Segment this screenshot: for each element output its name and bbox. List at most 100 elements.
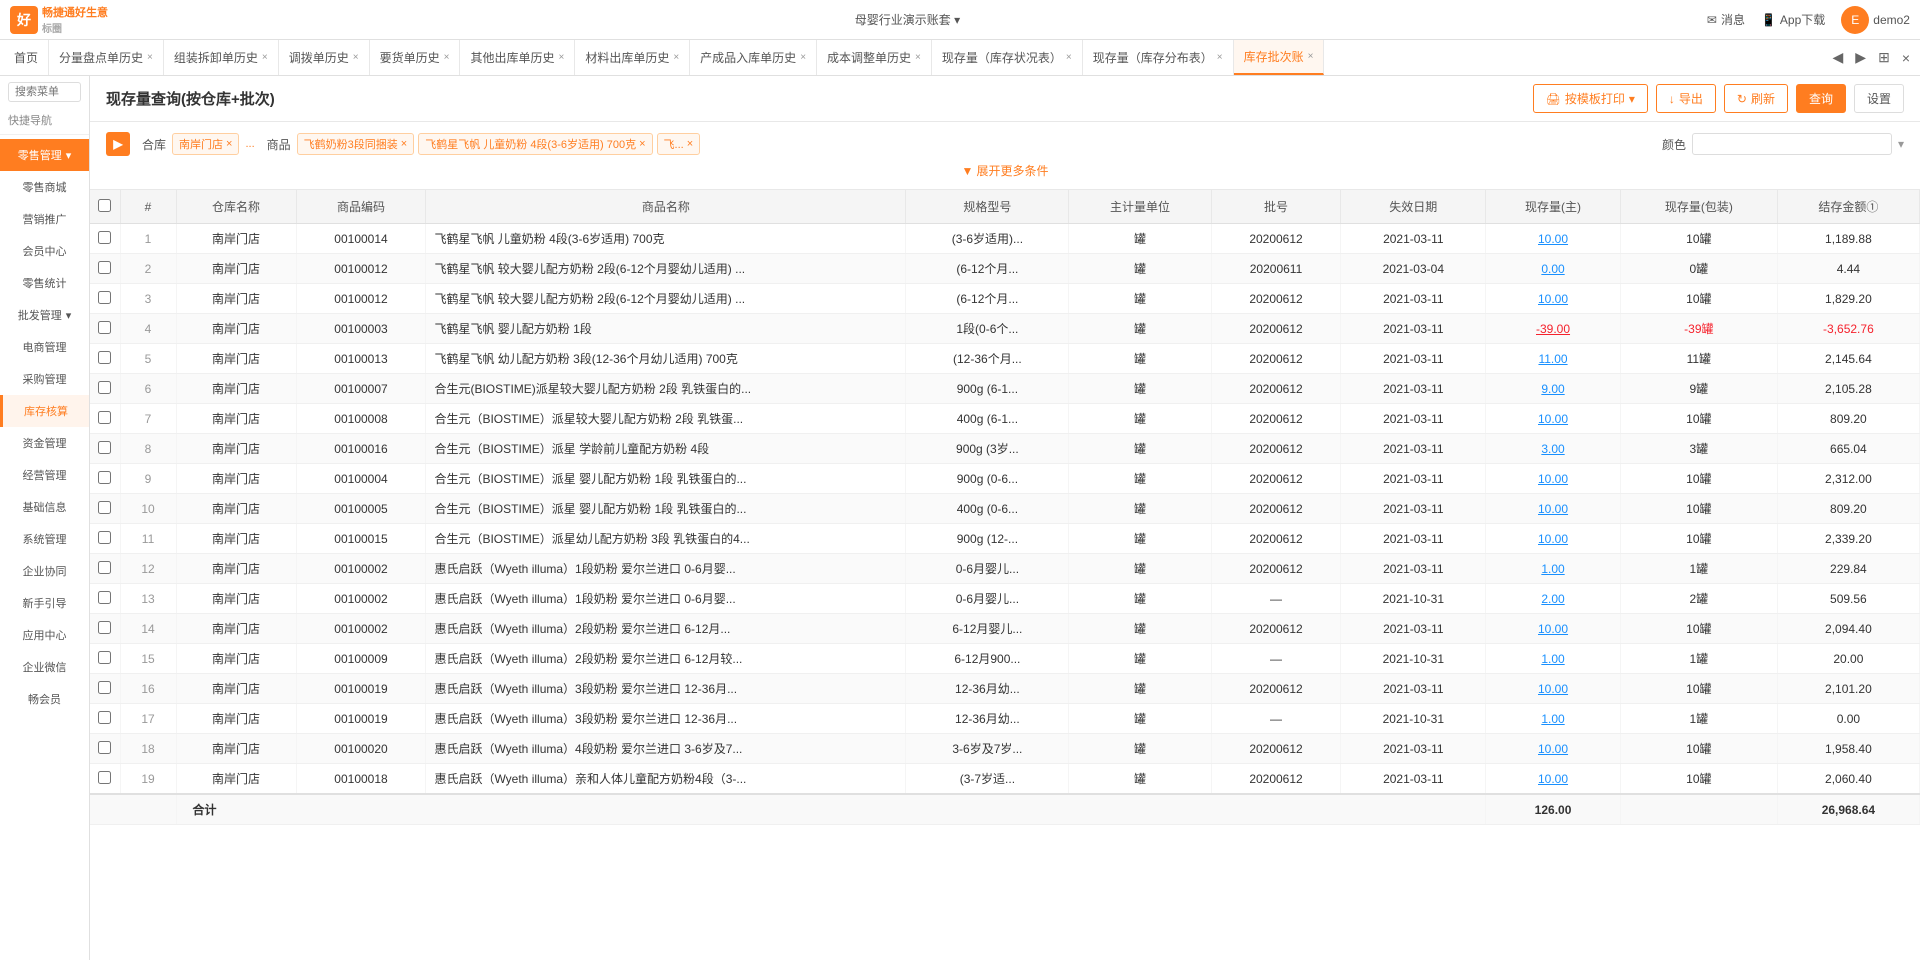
settings-btn[interactable]: 设置 (1854, 84, 1904, 113)
sidebar-item-wechat[interactable]: 企业微信 (0, 651, 89, 683)
close-icon[interactable]: × (673, 52, 679, 63)
row-qty-main[interactable]: 10.00 (1486, 224, 1621, 254)
row-qty-main[interactable]: 10.00 (1486, 464, 1621, 494)
row-select-checkbox[interactable] (98, 591, 111, 604)
sidebar-item-enterprise[interactable]: 企业协同 (0, 555, 89, 587)
row-select-checkbox[interactable] (98, 621, 111, 634)
sidebar-item-finance[interactable]: 资金管理 (0, 427, 89, 459)
row-qty-main[interactable]: 2.00 (1486, 584, 1621, 614)
sidebar-item-retail-mgmt[interactable]: 零售管理 ▾ (0, 139, 89, 171)
remove-product3-btn[interactable]: × (687, 138, 693, 150)
close-icon[interactable]: × (558, 52, 564, 63)
row-select-checkbox[interactable] (98, 231, 111, 244)
export-btn[interactable]: ↓ 导出 (1656, 84, 1716, 113)
row-qty-main[interactable]: 1.00 (1486, 644, 1621, 674)
tab-1[interactable]: 分量盘点单历史 × (49, 40, 164, 75)
tab-more-btn[interactable]: ⊞ (1872, 49, 1896, 66)
query-btn[interactable]: 查询 (1796, 84, 1846, 113)
row-qty-main[interactable]: 10.00 (1486, 764, 1621, 795)
tab-home[interactable]: 首页 (4, 40, 49, 75)
row-select-checkbox[interactable] (98, 261, 111, 274)
row-select-checkbox[interactable] (98, 351, 111, 364)
tab-prev-btn[interactable]: ◀ (1827, 49, 1850, 66)
row-qty-main[interactable]: 10.00 (1486, 524, 1621, 554)
remove-product2-btn[interactable]: × (639, 138, 645, 150)
tab-10[interactable]: 现存量（库存分布表） × (1083, 40, 1234, 75)
row-select-checkbox[interactable] (98, 711, 111, 724)
refresh-btn[interactable]: ↻ 刷新 (1724, 84, 1788, 113)
filter-expand-btn[interactable]: ▶ (106, 132, 130, 156)
close-icon[interactable]: × (353, 52, 359, 63)
sidebar-item-basic[interactable]: 基础信息 (0, 491, 89, 523)
row-select-checkbox[interactable] (98, 321, 111, 334)
sidebar-item-purchase[interactable]: 采购管理 (0, 363, 89, 395)
tab-3[interactable]: 调拨单历史 × (279, 40, 370, 75)
row-select-checkbox[interactable] (98, 291, 111, 304)
row-select-checkbox[interactable] (98, 531, 111, 544)
remove-product1-btn[interactable]: × (401, 138, 407, 150)
row-select-checkbox[interactable] (98, 651, 111, 664)
close-icon[interactable]: × (1066, 52, 1072, 63)
row-qty-main[interactable]: -39.00 (1486, 314, 1621, 344)
warehouse-more-btn[interactable]: ... (245, 138, 254, 150)
color-input[interactable] (1692, 133, 1892, 155)
expand-more-btn[interactable]: ▼ 展开更多条件 (106, 162, 1904, 179)
row-qty-main[interactable]: 1.00 (1486, 554, 1621, 584)
row-select-checkbox[interactable] (98, 411, 111, 424)
tab-5[interactable]: 其他出库单历史 × (460, 40, 575, 75)
row-qty-main[interactable]: 10.00 (1486, 614, 1621, 644)
close-icon[interactable]: × (1308, 51, 1314, 62)
app-download-btn[interactable]: 📱 App下载 (1761, 11, 1825, 28)
row-select-checkbox[interactable] (98, 501, 111, 514)
tab-7[interactable]: 产成品入库单历史 × (690, 40, 817, 75)
row-qty-main[interactable]: 10.00 (1486, 674, 1621, 704)
row-qty-main[interactable]: 3.00 (1486, 434, 1621, 464)
row-select-checkbox[interactable] (98, 681, 111, 694)
tab-8[interactable]: 成本调整单历史 × (817, 40, 932, 75)
tab-next-btn[interactable]: ▶ (1849, 49, 1872, 66)
tab-4[interactable]: 要货单历史 × (370, 40, 461, 75)
row-select-checkbox[interactable] (98, 381, 111, 394)
message-btn[interactable]: ✉ 消息 (1707, 11, 1745, 28)
row-select-checkbox[interactable] (98, 741, 111, 754)
sidebar-item-retail-stats[interactable]: 零售统计 (0, 267, 89, 299)
row-qty-main[interactable]: 10.00 (1486, 404, 1621, 434)
close-icon[interactable]: × (800, 52, 806, 63)
row-qty-main[interactable]: 0.00 (1486, 254, 1621, 284)
sidebar-item-membership[interactable]: 畅会员 (0, 683, 89, 715)
tab-11[interactable]: 库存批次账 × (1234, 40, 1325, 75)
sidebar-item-operation[interactable]: 经营管理 (0, 459, 89, 491)
sidebar-item-inventory[interactable]: 库存核算 (0, 395, 89, 427)
row-qty-main[interactable]: 10.00 (1486, 734, 1621, 764)
row-select-checkbox[interactable] (98, 561, 111, 574)
search-input[interactable] (8, 82, 81, 102)
close-icon[interactable]: × (444, 52, 450, 63)
remove-warehouse-btn[interactable]: × (226, 138, 232, 150)
sidebar-item-marketing[interactable]: 营销推广 (0, 203, 89, 235)
print-btn[interactable]: 🖨 按模板打印 ▾ (1533, 84, 1648, 113)
row-qty-main[interactable]: 10.00 (1486, 494, 1621, 524)
user-menu[interactable]: E demo2 (1841, 6, 1910, 34)
row-select-checkbox[interactable] (98, 471, 111, 484)
close-icon[interactable]: × (262, 52, 268, 63)
row-qty-main[interactable]: 1.00 (1486, 704, 1621, 734)
row-qty-main[interactable]: 9.00 (1486, 374, 1621, 404)
sidebar-item-member[interactable]: 会员中心 (0, 235, 89, 267)
company-selector[interactable]: 母婴行业演示账套 ▾ (855, 11, 960, 28)
select-all-checkbox[interactable] (98, 199, 111, 212)
tab-6[interactable]: 材料出库单历史 × (575, 40, 690, 75)
sidebar-item-wholesale[interactable]: 批发管理 ▾ (0, 299, 89, 331)
close-icon[interactable]: × (915, 52, 921, 63)
table-wrapper[interactable]: # 仓库名称 商品编码 商品名称 规格型号 主计量单位 批号 失效日期 现存量(… (90, 190, 1920, 960)
sidebar-item-app-center[interactable]: 应用中心 (0, 619, 89, 651)
row-select-checkbox[interactable] (98, 441, 111, 454)
tab-close-btn[interactable]: × (1896, 50, 1916, 66)
sidebar-item-guide[interactable]: 新手引导 (0, 587, 89, 619)
close-icon[interactable]: × (147, 52, 153, 63)
close-icon[interactable]: × (1217, 52, 1223, 63)
row-select-checkbox[interactable] (98, 771, 111, 784)
sidebar-item-ecommerce[interactable]: 电商管理 (0, 331, 89, 363)
sidebar-item-system[interactable]: 系统管理 (0, 523, 89, 555)
sidebar-item-retail-shop[interactable]: 零售商城 (0, 171, 89, 203)
tab-2[interactable]: 组装拆卸单历史 × (164, 40, 279, 75)
